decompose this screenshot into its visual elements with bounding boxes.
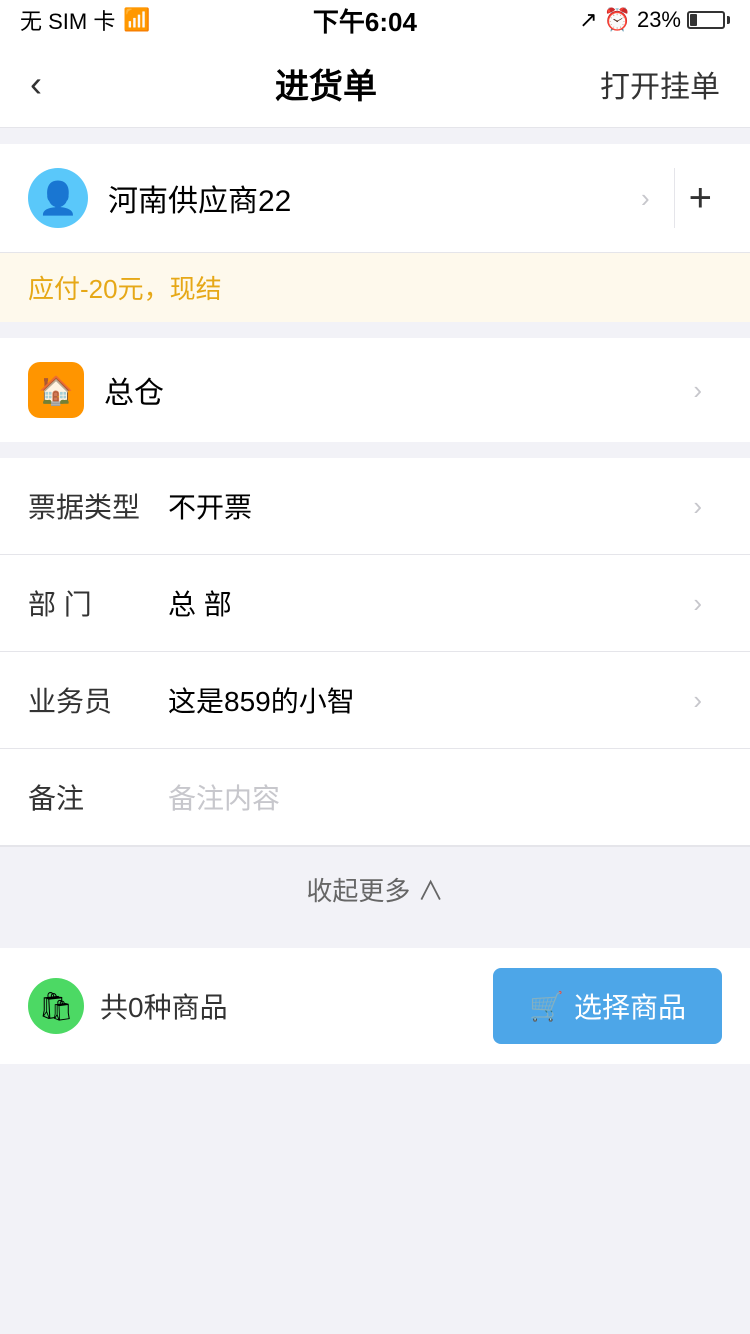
notice-banner: 应付-20元，现结	[0, 253, 750, 322]
collapse-text: 收起更多 ∧	[306, 871, 443, 908]
back-button[interactable]: ‹	[30, 53, 52, 115]
main-content: 👤 河南供应商22 › + 应付-20元，现结 🏠 总仓 › 票据类型 不开票 …	[0, 144, 750, 1064]
wifi-icon: 📶	[123, 7, 150, 33]
product-icon-wrap: 🛍	[28, 978, 84, 1034]
battery-percent: 23%	[637, 7, 681, 33]
nav-bar: ‹ 进货单 打开挂单	[0, 40, 750, 128]
remark-input[interactable]: 备注内容	[168, 777, 722, 817]
supplier-row[interactable]: 👤 河南供应商22 › +	[0, 144, 750, 253]
location-icon: ↗	[579, 7, 597, 33]
warehouse-icon-wrap: 🏠	[28, 362, 84, 418]
remark-row[interactable]: 备注 备注内容	[0, 749, 750, 846]
notice-text: 应付-20元，现结	[28, 274, 222, 304]
warehouse-chevron-icon: ›	[693, 375, 702, 406]
alarm-icon: ⏰	[604, 7, 631, 33]
shopping-bag-icon: 🛍	[38, 990, 74, 1023]
warehouse-icon: 🏠	[39, 374, 74, 407]
battery-indicator	[687, 11, 730, 29]
status-right: ↗ ⏰ 23%	[579, 7, 730, 33]
supplier-avatar: 👤	[28, 168, 88, 228]
status-time: 下午6:04	[313, 2, 417, 39]
ticket-type-value: 不开票	[168, 486, 693, 526]
department-label: 部 门	[28, 583, 168, 623]
supplier-name: 河南供应商22	[108, 176, 641, 220]
select-product-icon: 🛒	[529, 990, 564, 1023]
department-value: 总 部	[168, 583, 693, 623]
department-row[interactable]: 部 门 总 部 ›	[0, 555, 750, 652]
salesperson-row[interactable]: 业务员 这是859的小智 ›	[0, 652, 750, 749]
select-product-button[interactable]: 🛒 选择商品	[493, 968, 722, 1044]
carrier-text: 无 SIM 卡	[20, 4, 115, 36]
salesperson-chevron-icon: ›	[693, 685, 702, 716]
department-chevron-icon: ›	[693, 588, 702, 619]
ticket-type-row[interactable]: 票据类型 不开票 ›	[0, 458, 750, 555]
salesperson-value: 这是859的小智	[168, 680, 693, 720]
remark-label: 备注	[28, 777, 168, 817]
bottom-bar: 🛍 共0种商品 🛒 选择商品	[0, 948, 750, 1064]
supplier-chevron-icon: ›	[641, 183, 650, 214]
status-bar: 无 SIM 卡 📶 下午6:04 ↗ ⏰ 23%	[0, 0, 750, 40]
ticket-type-chevron-icon: ›	[693, 491, 702, 522]
page-title: 进货单	[275, 59, 377, 108]
warehouse-row[interactable]: 🏠 总仓 ›	[0, 338, 750, 442]
open-pending-button[interactable]: 打开挂单	[600, 62, 720, 106]
supplier-card: 👤 河南供应商22 › + 应付-20元，现结	[0, 144, 750, 322]
status-left: 无 SIM 卡 📶	[20, 4, 151, 36]
collapse-row[interactable]: 收起更多 ∧	[0, 846, 750, 932]
add-supplier-button[interactable]: +	[679, 178, 722, 218]
warehouse-name: 总仓	[104, 368, 693, 412]
select-product-label: 选择商品	[574, 986, 686, 1026]
avatar-person-icon: 👤	[38, 179, 78, 217]
ticket-type-label: 票据类型	[28, 486, 168, 526]
info-section: 票据类型 不开票 › 部 门 总 部 › 业务员 这是859的小智 › 备注 备…	[0, 458, 750, 932]
product-count-text: 共0种商品	[100, 986, 493, 1026]
divider	[674, 168, 675, 228]
salesperson-label: 业务员	[28, 680, 168, 720]
